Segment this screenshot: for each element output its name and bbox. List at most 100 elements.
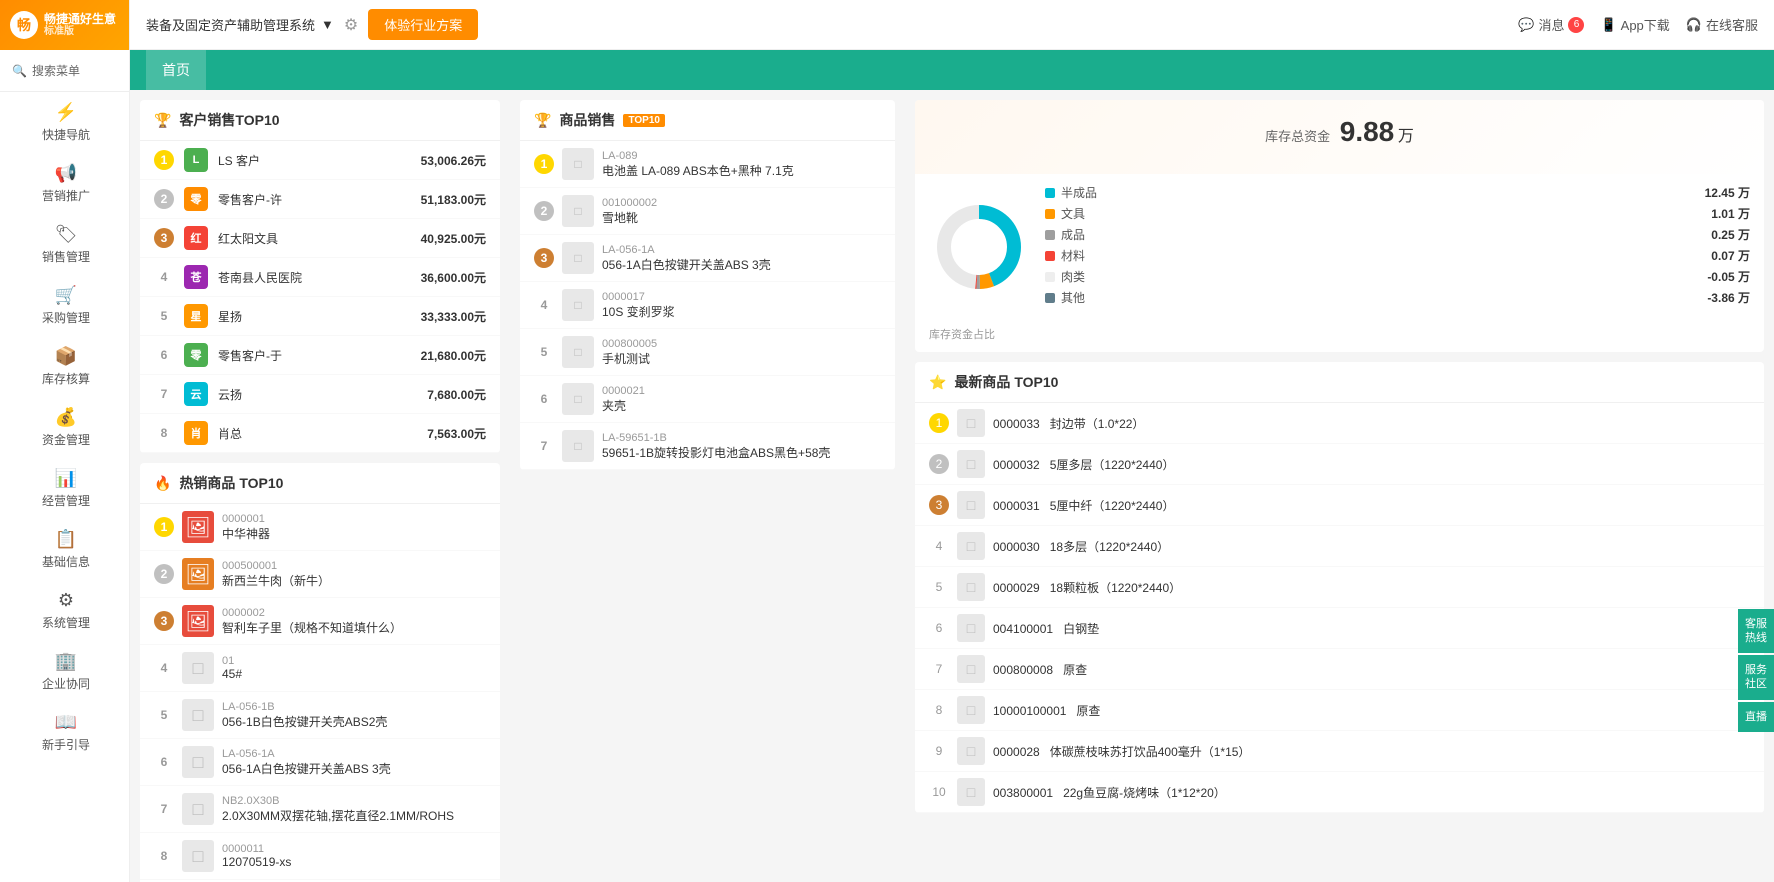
product-thumbnail: □ xyxy=(182,840,214,872)
product-thumbnail: □ xyxy=(182,746,214,778)
float-community-btn[interactable]: 服务 社区 xyxy=(1738,655,1774,700)
rank-number: 6 xyxy=(154,345,174,365)
product-code: 0000011 xyxy=(222,843,486,855)
newest-thumbnail: □ xyxy=(957,655,985,683)
basic-icon: 📋 xyxy=(55,529,77,550)
service-icon: 🎧 xyxy=(1686,17,1702,33)
product-thumbnail: □ xyxy=(182,652,214,684)
product-name: 雪地靴 xyxy=(602,209,881,226)
rank-number: 8 xyxy=(154,846,174,866)
product-thumbnail: 🖼 xyxy=(182,605,214,637)
legend-dot xyxy=(1045,209,1055,219)
app-download-button[interactable]: 📱 App下载 xyxy=(1600,15,1669,34)
customer-name: 苍南县人民医院 xyxy=(218,269,411,286)
product-thumbnail: □ xyxy=(562,242,594,274)
newest-product-name: 0000033 封边带（1.0*22） xyxy=(993,415,1750,432)
sidebar-item-guide[interactable]: 📖 新手引导 xyxy=(0,702,129,763)
donut-chart xyxy=(929,197,1029,297)
legend-item: 成品 0.25 万 xyxy=(1045,226,1750,243)
sidebar-system-label: 系统管理 xyxy=(42,614,90,631)
product-thumbnail: □ xyxy=(182,793,214,825)
product-code: NB2.0X30B xyxy=(222,795,486,807)
rank-number: 6 xyxy=(929,618,949,638)
nav-home[interactable]: 首页 xyxy=(146,50,206,90)
product-code: 01 xyxy=(222,655,486,667)
customer-value: 36,600.00元 xyxy=(421,269,486,286)
newest-product-name: 0000028 体碳蔗枝味苏打饮品400毫升（1*15） xyxy=(993,743,1750,760)
avatar: 云 xyxy=(184,382,208,406)
rank-number: 9 xyxy=(929,741,949,761)
sidebar-item-finance[interactable]: 💰 资金管理 xyxy=(0,397,129,458)
avatar: 苍 xyxy=(184,265,208,289)
sidebar-item-operation[interactable]: 📊 经营管理 xyxy=(0,458,129,519)
hot-product-item: 2 🖼 000500001 新西兰牛肉（新牛） xyxy=(140,551,500,598)
system-title: 装备及固定资产辅助管理系统 xyxy=(146,15,315,34)
legend-name: 成品 xyxy=(1061,226,1705,243)
customer-name: LS 客户 xyxy=(218,152,411,169)
product-thumbnail: □ xyxy=(562,289,594,321)
service-button[interactable]: 🎧 在线客服 xyxy=(1686,15,1758,34)
product-thumbnail: □ xyxy=(562,430,594,462)
inventory-legend: 半成品 12.45 万 文具 1.01 万 成品 0.25 万 材料 0.07 … xyxy=(1045,184,1750,310)
sidebar-finance-label: 资金管理 xyxy=(42,431,90,448)
system-selector[interactable]: 装备及固定资产辅助管理系统 ▼ xyxy=(146,15,334,34)
product-name: 中华神器 xyxy=(222,525,486,542)
sidebar-marketing-label: 营销推广 xyxy=(42,187,90,204)
sidebar-item-marketing[interactable]: 📢 营销推广 xyxy=(0,153,129,214)
rank-number: 7 xyxy=(154,384,174,404)
product-code: LA-056-1A xyxy=(222,748,486,760)
product-code: 0000001 xyxy=(222,513,486,525)
company-icon: 🏢 xyxy=(55,651,77,672)
message-button[interactable]: 💬 消息 6 xyxy=(1518,15,1584,34)
sidebar-item-basic[interactable]: 📋 基础信息 xyxy=(0,519,129,580)
product-code: 000800005 xyxy=(602,338,881,350)
donut-area: 半成品 12.45 万 文具 1.01 万 成品 0.25 万 材料 0.07 … xyxy=(915,174,1764,320)
rank-number: 6 xyxy=(534,389,554,409)
trial-button[interactable]: 体验行业方案 xyxy=(368,9,478,40)
legend-value: 1.01 万 xyxy=(1711,205,1750,222)
sidebar-item-purchase[interactable]: 🛒 采购管理 xyxy=(0,275,129,336)
avatar: 肖 xyxy=(184,421,208,445)
customer-value: 7,563.00元 xyxy=(427,425,486,442)
hot-products-title: 热销商品 TOP10 xyxy=(179,473,283,493)
rank-number: 2 xyxy=(929,454,949,474)
product-info: 0000017 10S 变刹罗浆 xyxy=(602,291,881,320)
purchase-icon: 🛒 xyxy=(55,285,77,306)
customer-rank-item: 5 星 星扬 33,333.00元 xyxy=(140,297,500,336)
sidebar-item-inventory[interactable]: 📦 库存核算 xyxy=(0,336,129,397)
sidebar-inventory-label: 库存核算 xyxy=(42,370,90,387)
product-name: 12070519-xs xyxy=(222,855,486,869)
logo-title: 畅捷通好生意 xyxy=(44,12,116,26)
sidebar-item-nav[interactable]: ⚡ 快捷导航 xyxy=(0,92,129,153)
customer-top10-card: 🏆 客户销售TOP10 1 L LS 客户 53,006.26元 2 零 零售客… xyxy=(140,100,500,453)
product-info: LA-056-1A 056-1A白色按键开关盖ABS 3壳 xyxy=(602,244,881,273)
float-service-btn[interactable]: 客服 热线 xyxy=(1738,609,1774,654)
legend-value: 0.25 万 xyxy=(1711,226,1750,243)
product-code: 0000021 xyxy=(602,385,881,397)
search-menu-button[interactable]: 🔍 搜索菜单 xyxy=(10,58,119,83)
message-label: 消息 xyxy=(1538,15,1564,34)
product-thumbnail: □ xyxy=(562,336,594,368)
newest-product-item: 3 □ 0000031 5厘中纤（1220*2440） xyxy=(915,485,1764,526)
legend-value: 12.45 万 xyxy=(1705,184,1750,201)
logo-sub: 标准版 xyxy=(44,26,116,38)
float-live-btn[interactable]: 直播 xyxy=(1738,702,1774,732)
topbar: 装备及固定资产辅助管理系统 ▼ ⚙ 体验行业方案 💬 消息 6 📱 App下载 … xyxy=(130,0,1774,50)
newest-product-item: 8 □ 10000100001 原查 xyxy=(915,690,1764,731)
rank-number: 4 xyxy=(154,267,174,287)
sidebar-item-sales[interactable]: 🏷 销售管理 xyxy=(0,214,129,275)
newest-product-item: 10 □ 003800001 22g鱼豆腐-烧烤味（1*12*20） xyxy=(915,772,1764,813)
topbar-right: 💬 消息 6 📱 App下载 🎧 在线客服 xyxy=(1518,15,1758,34)
product-info: LA-056-1B 056-1B白色按键开关壳ABS2壳 xyxy=(222,701,486,730)
customer-name: 红太阳文具 xyxy=(218,230,411,247)
settings-icon[interactable]: ⚙ xyxy=(344,15,358,35)
sidebar-item-company[interactable]: 🏢 企业协同 xyxy=(0,641,129,702)
sidebar-item-system[interactable]: ⚙ 系统管理 xyxy=(0,580,129,641)
chart-icon: 🏆 xyxy=(534,112,551,129)
product-sales-card: 🏆 商品销售 TOP10 1 □ LA-089 电池盖 LA-089 ABS本色… xyxy=(520,100,895,470)
sidebar-logo: 畅 畅捷通好生意 标准版 xyxy=(0,0,129,50)
rank-number: 3 xyxy=(534,248,554,268)
customer-name: 肖总 xyxy=(218,425,417,442)
product-code: LA-056-1B xyxy=(222,701,486,713)
product-name: 056-1A白色按键开关盖ABS 3壳 xyxy=(602,256,881,273)
